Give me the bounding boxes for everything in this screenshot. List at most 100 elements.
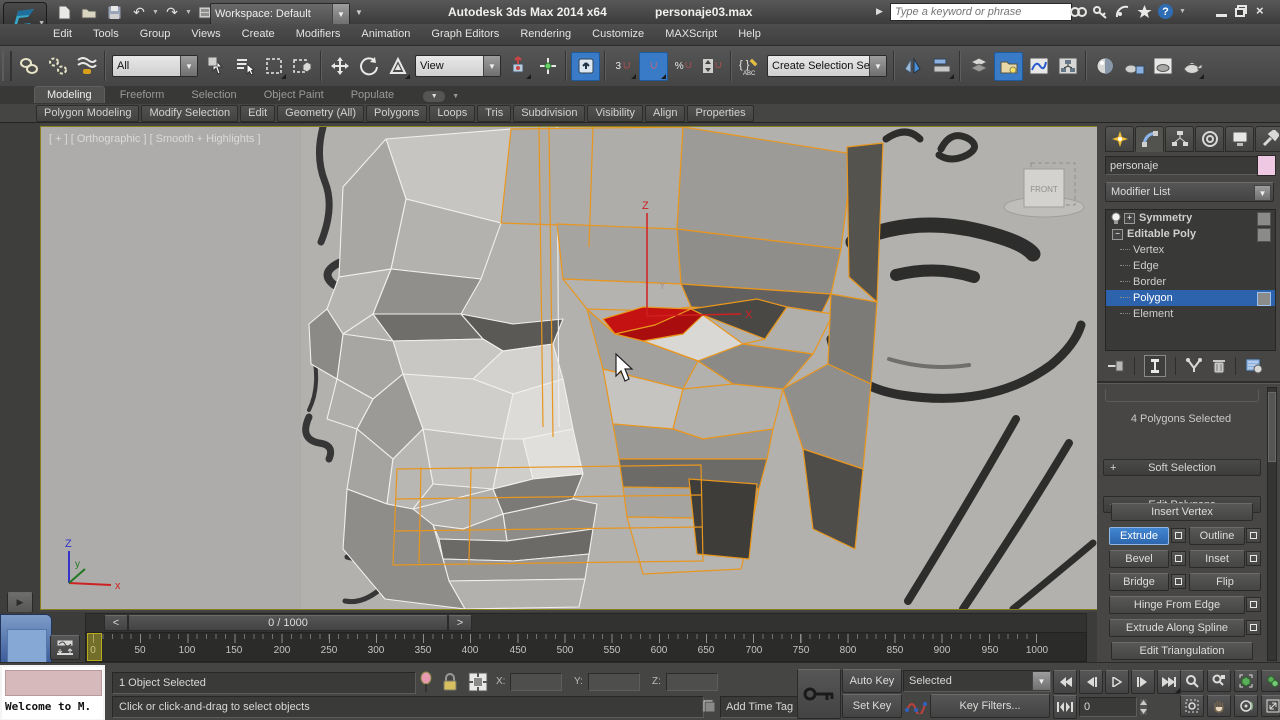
workspace-dropdown[interactable]: Workspace: Default ▼: [210, 3, 350, 25]
ribbon-tab-modeling[interactable]: Modeling: [34, 86, 105, 103]
track-bar[interactable]: 0 50 100 150 200 250 300 350 400 450 500…: [85, 632, 1087, 662]
panel-modify-selection[interactable]: Modify Selection: [141, 104, 239, 122]
set-keys-button[interactable]: [797, 669, 841, 719]
viewport-label[interactable]: [ + ] [ Orthographic ] [ Smooth + Highli…: [49, 133, 261, 145]
play-button[interactable]: [1105, 670, 1129, 694]
pan-hand-icon[interactable]: [1207, 695, 1231, 717]
menu-graph-editors[interactable]: Graph Editors: [422, 24, 508, 44]
render-setup-icon[interactable]: [1120, 53, 1147, 80]
panel-loops[interactable]: Loops: [429, 104, 476, 122]
reference-coordinate-dropdown[interactable]: View ▼: [415, 55, 501, 77]
welcome-window[interactable]: Welcome to M.: [0, 665, 105, 720]
close-button[interactable]: ×: [1256, 4, 1264, 17]
hinge-settings-button[interactable]: [1246, 597, 1261, 612]
inset-button[interactable]: Inset: [1189, 550, 1245, 568]
outline-settings-button[interactable]: [1246, 528, 1261, 543]
object-color-swatch[interactable]: [1257, 155, 1276, 176]
time-slider-button[interactable]: 0 / 1000: [128, 615, 448, 631]
z-field[interactable]: [666, 673, 718, 691]
menu-maxscript[interactable]: MAXScript: [656, 24, 726, 44]
selection-filter-dropdown[interactable]: All ▼: [112, 55, 198, 77]
menu-create[interactable]: Create: [233, 24, 284, 44]
edit-named-selection-sets-icon[interactable]: { } ABC: [736, 53, 763, 80]
snaps-toggle-icon[interactable]: 3 ∩: [610, 53, 637, 80]
time-slider-prev-button[interactable]: <: [104, 615, 128, 631]
zoom-icon[interactable]: [1180, 670, 1204, 692]
remove-modifier-icon[interactable]: [1212, 358, 1226, 374]
zoom-extents-all-icon[interactable]: [1261, 670, 1280, 692]
render-production-icon[interactable]: [1178, 53, 1205, 80]
show-end-result-icon[interactable]: [1144, 355, 1166, 377]
stack-row-border[interactable]: Border: [1106, 274, 1275, 290]
collapse-icon[interactable]: −: [1112, 228, 1123, 240]
search-icon[interactable]: [1070, 5, 1087, 19]
symmetry-toggle-box[interactable]: [1257, 212, 1271, 226]
viewport-canvas[interactable]: Z X Y FRONT Z x y: [41, 127, 1098, 609]
absolute-mode-icon[interactable]: [468, 672, 488, 692]
previous-frame-button[interactable]: [1079, 670, 1103, 694]
stack-row-polygon[interactable]: Polygon: [1106, 290, 1275, 306]
time-slider-track[interactable]: < 0 / 1000 >: [85, 613, 1087, 633]
orbit-icon[interactable]: [1234, 695, 1258, 717]
keyboard-shortcut-override-icon[interactable]: [571, 51, 600, 81]
auto-key-button[interactable]: Auto Key: [842, 669, 902, 693]
modifier-list-dropdown[interactable]: Modifier List ▼: [1105, 182, 1274, 202]
go-to-start-button[interactable]: [1053, 670, 1077, 694]
key-mode-toggle-button[interactable]: [1053, 695, 1077, 719]
ribbon-tab-freeform[interactable]: Freeform: [108, 87, 177, 103]
stack-row-edge[interactable]: Edge: [1106, 258, 1275, 274]
stack-row-element[interactable]: Element: [1106, 306, 1275, 322]
set-key-button[interactable]: Set Key: [842, 694, 902, 718]
select-and-scale-icon[interactable]: [384, 53, 411, 80]
spinner-snap-toggle-icon[interactable]: ∩: [699, 53, 726, 80]
current-frame-field[interactable]: 0: [1079, 697, 1137, 717]
redo-icon[interactable]: ↷: [160, 3, 184, 21]
visibility-bulb-icon[interactable]: [1110, 212, 1122, 225]
manage-layers-icon[interactable]: [965, 53, 992, 80]
rectangular-selection-region-icon[interactable]: [260, 53, 287, 80]
frame-spinner[interactable]: [1139, 698, 1148, 716]
ribbon-minimize-flyout-icon[interactable]: ▼: [452, 93, 459, 100]
mini-curve-editor-button[interactable]: [50, 635, 80, 660]
extrude-button[interactable]: Extrude: [1109, 527, 1169, 545]
select-and-link-icon[interactable]: [15, 53, 42, 80]
communication-center-icon[interactable]: [1115, 5, 1131, 19]
inset-settings-button[interactable]: [1246, 551, 1261, 566]
menu-group[interactable]: Group: [131, 24, 180, 44]
unlink-selection-icon[interactable]: [44, 53, 71, 80]
bridge-settings-button[interactable]: [1171, 574, 1186, 589]
make-unique-icon[interactable]: [1185, 358, 1203, 374]
panel-properties[interactable]: Properties: [687, 104, 754, 122]
next-frame-button[interactable]: [1131, 670, 1155, 694]
stack-row-symmetry[interactable]: + Symmetry: [1106, 210, 1275, 226]
menu-rendering[interactable]: Rendering: [511, 24, 580, 44]
zoom-all-icon[interactable]: [1207, 670, 1231, 692]
select-and-move-icon[interactable]: [326, 53, 353, 80]
pin-stack-icon[interactable]: [1107, 358, 1125, 374]
utilities-tab[interactable]: [1255, 126, 1280, 152]
select-object-icon[interactable]: [202, 53, 229, 80]
flip-button[interactable]: Flip: [1189, 573, 1261, 591]
toolbar-grip[interactable]: [2, 51, 12, 81]
select-by-name-icon[interactable]: [231, 53, 258, 80]
menu-help[interactable]: Help: [729, 24, 770, 44]
selection-set-filter-dropdown[interactable]: Selected ▼: [903, 670, 1051, 692]
ribbon-tab-populate[interactable]: Populate: [339, 87, 406, 103]
restore-button[interactable]: [1235, 5, 1248, 17]
bind-to-space-warp-icon[interactable]: [73, 53, 100, 80]
select-and-rotate-icon[interactable]: [355, 53, 382, 80]
extrude-settings-button[interactable]: [1171, 528, 1186, 543]
menu-views[interactable]: Views: [182, 24, 229, 44]
display-tab[interactable]: [1225, 126, 1254, 152]
panel-geometry-all[interactable]: Geometry (All): [277, 104, 365, 122]
material-editor-icon[interactable]: [1091, 53, 1118, 80]
use-pivot-center-icon[interactable]: [505, 53, 532, 80]
panel-edit[interactable]: Edit: [240, 104, 276, 122]
search-expander-icon[interactable]: ▶: [876, 6, 883, 17]
polygon-toggle-box[interactable]: [1257, 292, 1271, 306]
time-tag-icon[interactable]: [702, 699, 716, 713]
zoom-region-icon[interactable]: [1180, 695, 1204, 717]
panel-tris[interactable]: Tris: [477, 104, 512, 122]
schematic-view-icon[interactable]: [1054, 53, 1081, 80]
bevel-settings-button[interactable]: [1171, 551, 1186, 566]
